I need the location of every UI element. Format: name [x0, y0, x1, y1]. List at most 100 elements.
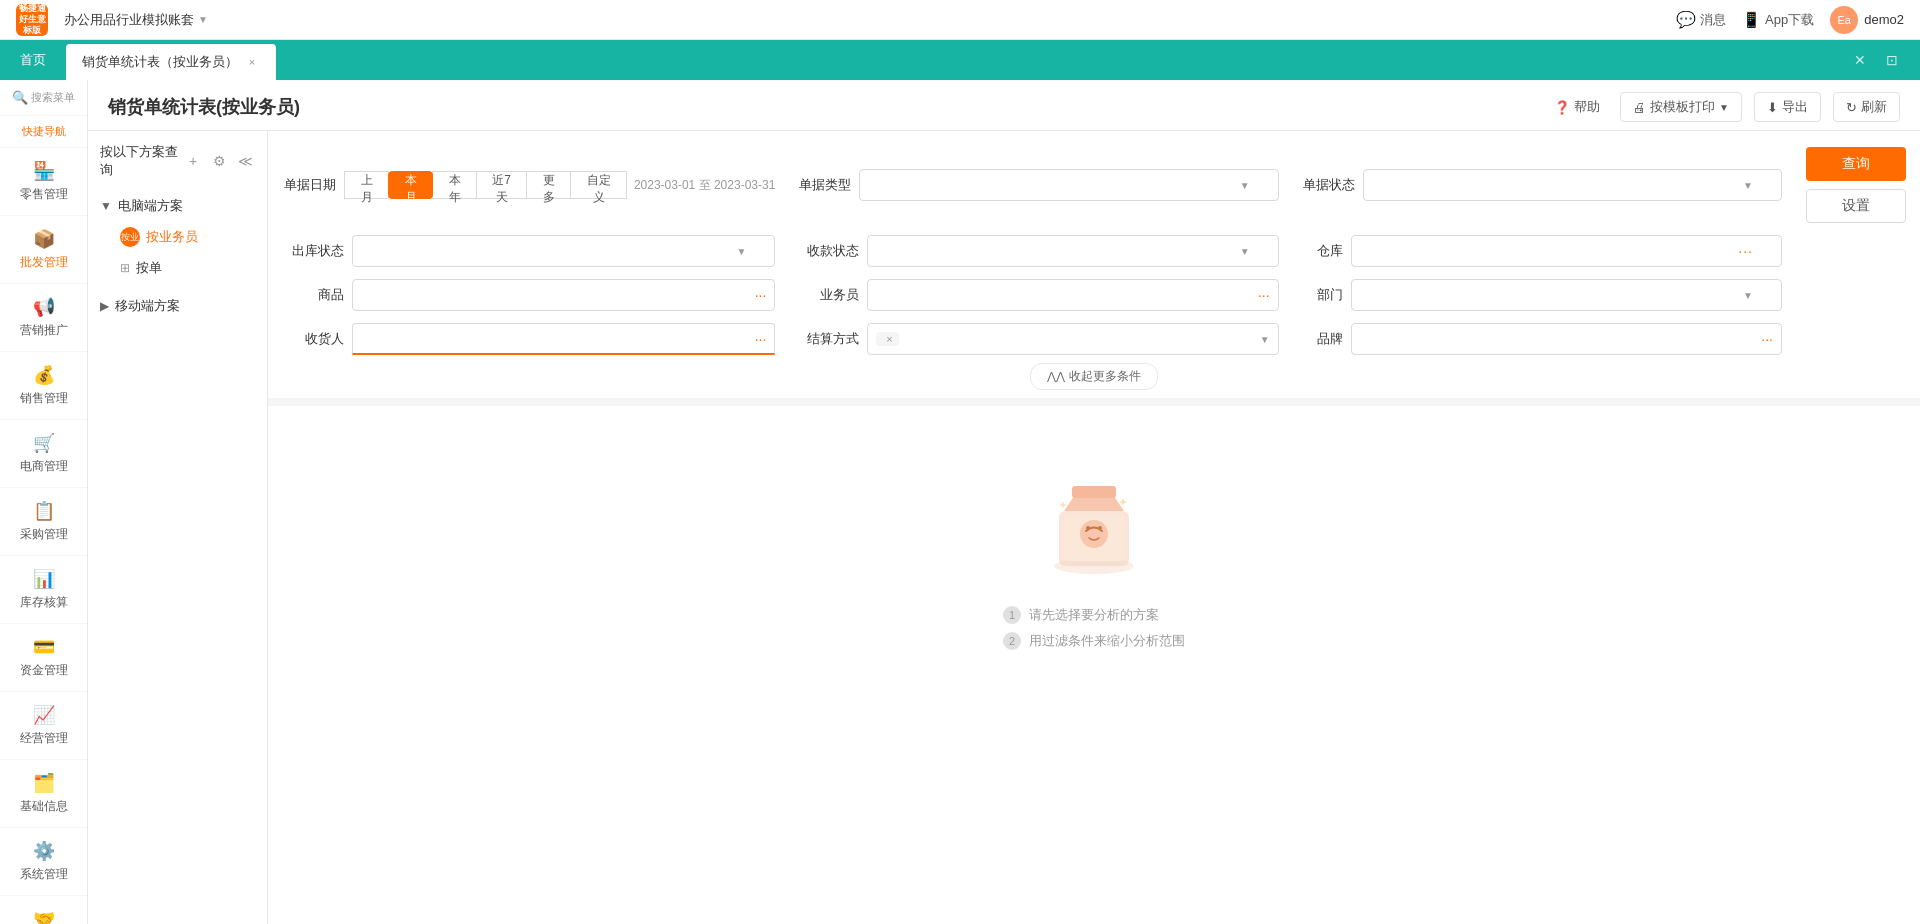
payment-status-select[interactable]: ▼: [867, 235, 1278, 267]
quick-nav-item[interactable]: 快捷导航: [0, 116, 87, 148]
date-btn-last-month[interactable]: 上月: [344, 171, 389, 199]
sidebar-item-wholesale[interactable]: 📦 批发管理: [0, 216, 87, 284]
warehouse-select[interactable]: ···: [1351, 235, 1782, 267]
brand-label: 品牌: [1303, 330, 1343, 348]
top-nav-dropdown[interactable]: 办公用品行业模拟账套 ▼: [56, 7, 216, 33]
tab-active[interactable]: 销货单统计表（按业务员） ×: [66, 44, 276, 80]
dept-select[interactable]: ▼: [1351, 279, 1782, 311]
desktop-group-title[interactable]: ▼ 电脑端方案: [88, 191, 267, 221]
sidebar-item-marketing[interactable]: 📢 营销推广: [0, 284, 87, 352]
date-btn-this-month[interactable]: 本月: [388, 171, 433, 199]
payment-method-select[interactable]: × ▼: [867, 323, 1278, 355]
sidebar-item-system[interactable]: ⚙️ 系统管理: [0, 828, 87, 896]
scheme-by-staff-label: 按业务员: [146, 228, 198, 246]
date-btn-7days[interactable]: 近7天: [476, 171, 527, 199]
operations-icon: 📈: [33, 704, 55, 726]
sidebar-item-purchase[interactable]: 📋 采购管理: [0, 488, 87, 556]
sidebar-item-basic[interactable]: 🗂️ 基础信息: [0, 760, 87, 828]
doc-status-dropdown[interactable]: ▼: [1363, 169, 1782, 201]
message-button[interactable]: 💬 消息: [1676, 10, 1726, 29]
query-button[interactable]: 查询: [1806, 147, 1906, 181]
receiver-input[interactable]: ···: [352, 323, 775, 355]
app-download-button[interactable]: 📱 App下载: [1742, 11, 1814, 29]
sidebar-item-operations[interactable]: 📈 经营管理: [0, 692, 87, 760]
doc-type-select[interactable]: ▼: [859, 169, 1278, 201]
tab-bar: 首页 销货单统计表（按业务员） × ✕ ⊡: [0, 40, 1920, 80]
sidebar: 🔍 搜索菜单 快捷导航 🏪 零售管理 📦 批发管理 📢 营销推广 💰 销售管理 …: [0, 80, 88, 924]
staff-dots-icon: ···: [1258, 287, 1270, 303]
brand-input[interactable]: ···: [1351, 323, 1782, 355]
top-nav-label: 办公用品行业模拟账套: [64, 11, 194, 29]
sidebar-item-retail[interactable]: 🏪 零售管理: [0, 148, 87, 216]
settings-scheme-button[interactable]: ⚙: [209, 151, 229, 171]
empty-illustration: [1034, 466, 1154, 586]
user-area[interactable]: Ea demo2: [1830, 6, 1904, 34]
sidebar-item-enterprise[interactable]: 🤝 企业协同: [0, 896, 87, 924]
main-layout: 🔍 搜索菜单 快捷导航 🏪 零售管理 📦 批发管理 📢 营销推广 💰 销售管理 …: [0, 80, 1920, 924]
doc-status-filter-group: 单据状态 ▼: [1291, 147, 1794, 223]
scheme-by-staff-item[interactable]: 按业 按业务员: [88, 221, 267, 253]
staff-input[interactable]: ···: [867, 279, 1278, 311]
close-window-button[interactable]: ✕: [1848, 48, 1872, 72]
date-btn-more[interactable]: 更多: [526, 171, 571, 199]
section-divider: [268, 398, 1920, 406]
template-print-label: 按模板打印: [1650, 98, 1715, 116]
search-menu-item[interactable]: 🔍 搜索菜单: [0, 80, 87, 116]
sidebar-item-sales[interactable]: 💰 销售管理: [0, 352, 87, 420]
doc-type-dropdown[interactable]: ▼: [859, 169, 1278, 201]
logo-area: 畅捷通好生意标版: [16, 4, 48, 36]
print-icon: 🖨: [1633, 100, 1646, 115]
date-btn-this-year[interactable]: 本年: [432, 171, 477, 199]
out-status-select[interactable]: ▼: [352, 235, 775, 267]
top-bar-right: 💬 消息 📱 App下载 Ea demo2: [1676, 6, 1904, 34]
template-print-button[interactable]: 🖨 按模板打印 ▼: [1620, 92, 1742, 122]
quick-nav-label: 快捷导航: [22, 125, 66, 137]
sidebar-item-ecommerce[interactable]: 🛒 电商管理: [0, 420, 87, 488]
product-input[interactable]: ···: [352, 279, 775, 311]
dept-dropdown[interactable]: ▼: [1351, 279, 1782, 311]
receiver-dots-icon: ···: [755, 331, 767, 347]
date-range-text: 2023-03-01 至 2023-03-31: [634, 177, 775, 194]
tab-home[interactable]: 首页: [0, 40, 66, 80]
payment-method-tag-close[interactable]: ×: [886, 333, 892, 345]
sidebar-item-finance[interactable]: 💳 资金管理: [0, 624, 87, 692]
receiver-filter-group: 收货人 ···: [284, 323, 787, 355]
sidebar-item-inventory[interactable]: 📊 库存核算: [0, 556, 87, 624]
filter-row-4: 收货人 ··· 结算方式 ×: [284, 323, 1904, 355]
collapse-conditions-button[interactable]: ⋀⋀ 收起更多条件: [1030, 363, 1158, 390]
doc-status-select[interactable]: ▼: [1363, 169, 1782, 201]
payment-method-dropdown[interactable]: × ▼: [867, 323, 1278, 355]
help-button[interactable]: ❓ 帮助: [1546, 94, 1608, 120]
tip-num-2: 2: [1003, 632, 1021, 650]
retail-label: 零售管理: [20, 186, 68, 203]
top-nav-arrow-icon: ▼: [198, 14, 208, 25]
warehouse-label: 仓库: [1303, 242, 1343, 260]
scheme-by-order-item[interactable]: ⊞ 按单: [88, 253, 267, 283]
svg-point-5: [1086, 526, 1090, 530]
payment-status-arrow-icon: ▼: [1240, 246, 1250, 257]
collapse-panel-button[interactable]: ≪: [235, 151, 255, 171]
mobile-group-title[interactable]: ▶ 移动端方案: [88, 291, 267, 321]
date-btn-custom[interactable]: 自定义: [570, 171, 627, 199]
add-scheme-button[interactable]: +: [183, 151, 203, 171]
warehouse-dropdown[interactable]: ···: [1351, 235, 1782, 267]
out-status-dropdown[interactable]: ▼: [352, 235, 775, 267]
left-panel: 按以下方案查询 + ⚙ ≪ ▼ 电脑端方案 按业 按业务员: [88, 131, 268, 924]
setting-button[interactable]: 设置: [1806, 189, 1906, 223]
sales-icon: 💰: [33, 364, 55, 386]
refresh-button[interactable]: ↻ 刷新: [1833, 92, 1900, 122]
payment-status-dropdown[interactable]: ▼: [867, 235, 1278, 267]
username-label: demo2: [1864, 12, 1904, 27]
action-buttons: 查询 设置: [1794, 147, 1904, 223]
page-header: 销货单统计表(按业务员) ❓ 帮助 🖨 按模板打印 ▼ ⬇ 导出 ↻ 刷新: [88, 80, 1920, 131]
export-button[interactable]: ⬇ 导出: [1754, 92, 1821, 122]
tab-close-button[interactable]: ×: [244, 54, 260, 70]
left-panel-header: 按以下方案查询 + ⚙ ≪: [88, 143, 267, 187]
warehouse-dots-icon[interactable]: ···: [1738, 243, 1753, 259]
avatar: Ea: [1830, 6, 1858, 34]
restore-window-button[interactable]: ⊡: [1880, 48, 1904, 72]
spacer-3: [1794, 323, 1904, 355]
sales-label: 销售管理: [20, 390, 68, 407]
out-status-filter-group: 出库状态 ▼: [284, 235, 787, 267]
phone-icon: 📱: [1742, 11, 1761, 29]
